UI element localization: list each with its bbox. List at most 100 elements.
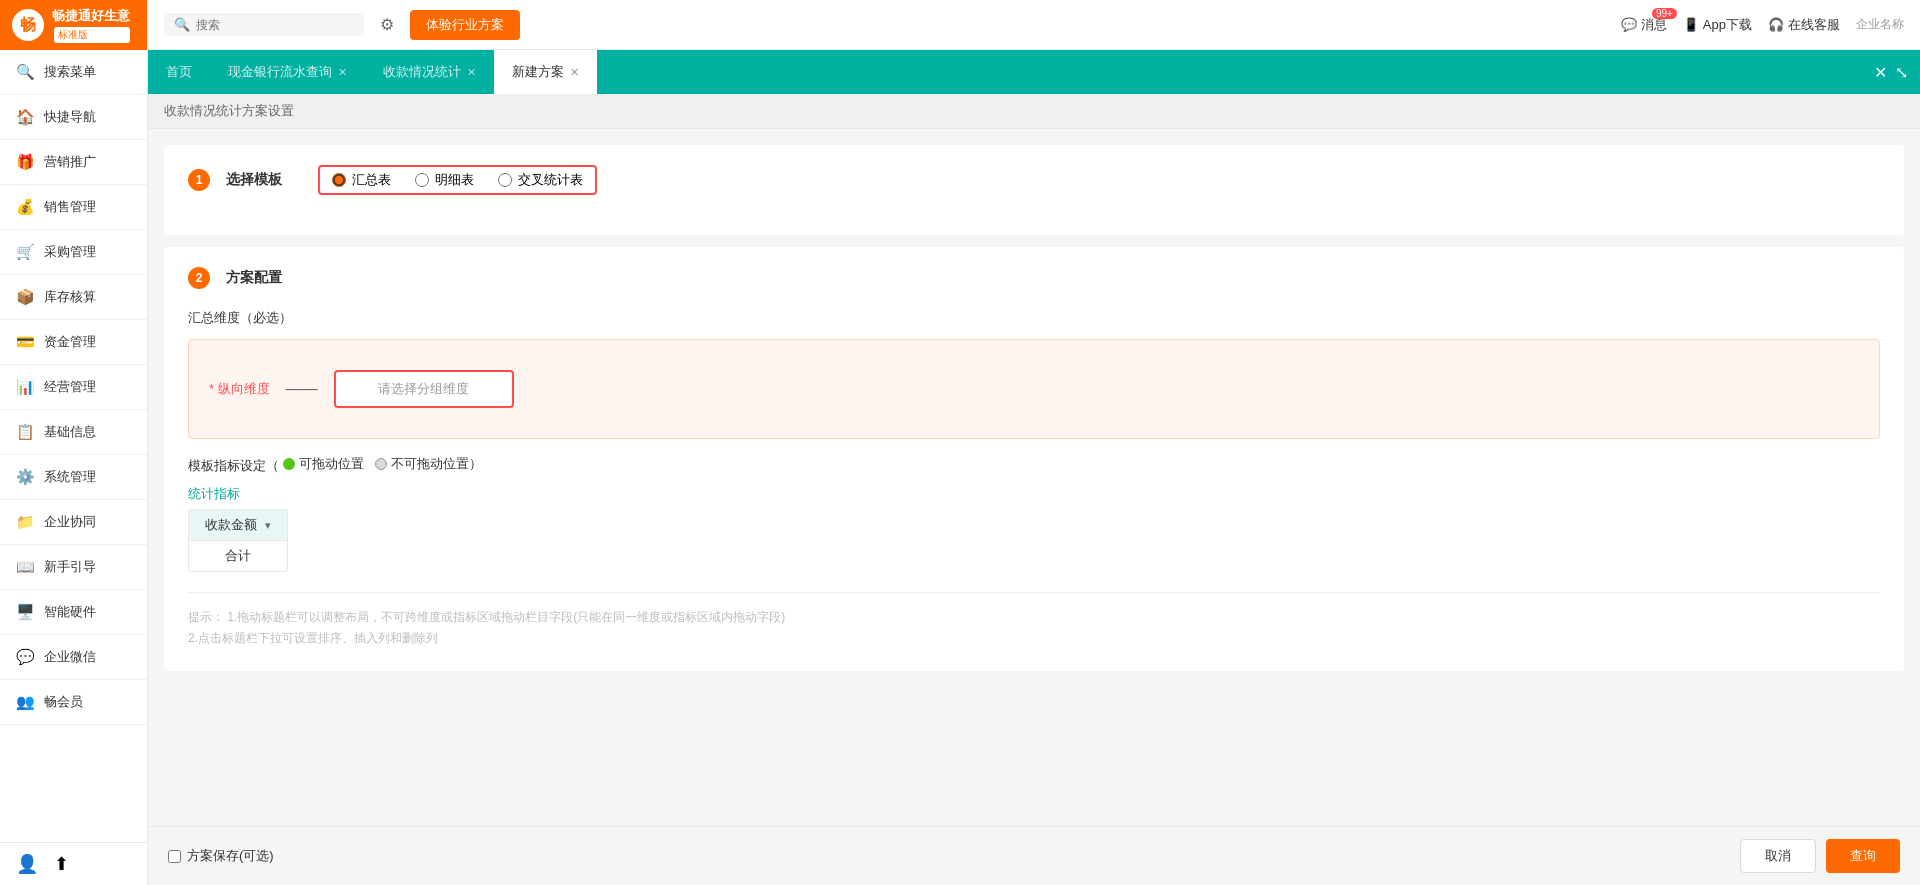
sidebar-item-label: 企业协同 [44, 513, 96, 531]
radio-summary-input[interactable] [332, 173, 346, 187]
card-icon: 💳 [16, 333, 34, 351]
tab-collection-close[interactable]: ✕ [467, 66, 476, 79]
notif-badge: 99+ [1652, 8, 1677, 19]
page-header: 收款情况统计方案设置 [148, 94, 1920, 129]
sidebar: 畅 畅捷通好生意 标准版 🔍 搜索菜单 🏠 快捷导航 🎁 营销推广 💰 销售管理… [0, 0, 148, 885]
tab-expand-btn[interactable]: ⤡ [1895, 63, 1908, 82]
tabbar: 首页 现金银行流水查询 ✕ 收款情况统计 ✕ 新建方案 ✕ ✕ ⤡ [148, 50, 1920, 94]
draggable-indicator: 可拖动位置 [283, 455, 364, 473]
sales-icon: 💰 [16, 198, 34, 216]
notification-btn[interactable]: 💬 消息 99+ [1621, 16, 1667, 34]
sidebar-item-sales[interactable]: 💰 销售管理 [0, 185, 147, 230]
sidebar-item-label: 库存核算 [44, 288, 96, 306]
tab-collection-stats[interactable]: 收款情况统计 ✕ [365, 50, 494, 94]
sidebar-item-label: 营销推广 [44, 153, 96, 171]
tab-collection-label: 收款情况统计 [383, 63, 461, 81]
sidebar-item-purchase[interactable]: 🛒 采购管理 [0, 230, 147, 275]
page-content: 1 选择模板 汇总表 明细表 [148, 129, 1920, 826]
tip2: 2.点击标题栏下拉可设置排序、插入列和删除列 [188, 630, 1880, 647]
radio-cross-input[interactable] [498, 173, 512, 187]
sidebar-item-search[interactable]: 🔍 搜索菜单 [0, 50, 147, 95]
topbar-right: 💬 消息 99+ 📱 App下载 🎧 在线客服 企业名称 [1621, 16, 1904, 34]
metrics-header-text: 收款金额 [205, 516, 257, 534]
metrics-header: 模板指标设定（ 可拖动位置 不可拖动位置） [188, 455, 1880, 475]
search-input[interactable] [196, 18, 346, 32]
sidebar-item-label: 企业微信 [44, 648, 96, 666]
stats-label: 统计指标 [188, 485, 1880, 503]
radio-summary-label: 汇总表 [352, 171, 391, 189]
save-checkbox-input[interactable] [168, 850, 181, 863]
logo-icon: 畅 [12, 9, 44, 41]
download-btn[interactable]: 📱 App下载 [1683, 16, 1752, 34]
tab-home[interactable]: 首页 [148, 50, 210, 94]
sidebar-item-marketing[interactable]: 🎁 营销推广 [0, 140, 147, 185]
tab-new-plan[interactable]: 新建方案 ✕ [494, 50, 597, 94]
sidebar-item-newbie[interactable]: 📖 新手引导 [0, 545, 147, 590]
sidebar-item-wechat[interactable]: 💬 企业微信 [0, 635, 147, 680]
metrics-title: 模板指标设定（ 可拖动位置 不可拖动位置） [188, 455, 482, 475]
sidebar-item-enterprise[interactable]: 📁 企业协同 [0, 500, 147, 545]
radio-detail[interactable]: 明细表 [415, 171, 474, 189]
breadcrumb: 收款情况统计方案设置 [164, 103, 294, 118]
metrics-table: 收款金额 ▾ 合计 [188, 509, 288, 572]
template-select-box: 汇总表 明细表 交叉统计表 [318, 165, 597, 195]
save-checkbox[interactable]: 方案保存(可选) [168, 847, 274, 865]
tab-new-plan-label: 新建方案 [512, 63, 564, 81]
sidebar-item-hardware[interactable]: 🖥️ 智能硬件 [0, 590, 147, 635]
dim-select-placeholder: 请选择分组维度 [378, 381, 469, 396]
tip1: 提示： 1.拖动标题栏可以调整布局，不可跨维度或指标区域拖动栏目字段(只能在同一… [188, 609, 1880, 626]
sidebar-logo: 畅 畅捷通好生意 标准版 [0, 0, 147, 50]
service-btn[interactable]: 🎧 在线客服 [1768, 16, 1840, 34]
radio-cross[interactable]: 交叉统计表 [498, 171, 583, 189]
logo-text: 畅捷通好生意 [52, 7, 130, 25]
sidebar-item-label: 经营管理 [44, 378, 96, 396]
sidebar-item-business[interactable]: 📊 经营管理 [0, 365, 147, 410]
sidebar-item-label: 采购管理 [44, 243, 96, 261]
search-box[interactable]: 🔍 [164, 13, 364, 36]
step1-num: 1 [188, 169, 210, 191]
page-body: 收款情况统计方案设置 1 选择模板 汇总表 [148, 94, 1920, 885]
vertical-dim-label: * 纵向维度 [209, 380, 270, 398]
sidebar-item-label: 系统管理 [44, 468, 96, 486]
gear-icon: ⚙️ [16, 468, 34, 486]
sidebar-bottom-icon1[interactable]: 👤 [16, 853, 38, 875]
sidebar-item-label: 快捷导航 [44, 108, 96, 126]
sidebar-item-finance[interactable]: 💳 资金管理 [0, 320, 147, 365]
dimension-title: 汇总维度（必选） [188, 309, 1880, 327]
tab-bank-flow[interactable]: 现金银行流水查询 ✕ [210, 50, 365, 94]
dim-select-box[interactable]: 请选择分组维度 [334, 370, 514, 408]
search-icon: 🔍 [16, 63, 34, 81]
sidebar-item-inventory[interactable]: 📦 库存核算 [0, 275, 147, 320]
search-icon: 🔍 [174, 17, 190, 32]
sidebar-item-system[interactable]: ⚙️ 系统管理 [0, 455, 147, 500]
tab-new-plan-close[interactable]: ✕ [570, 66, 579, 79]
query-button[interactable]: 查询 [1826, 839, 1900, 873]
download-label: App下载 [1703, 16, 1752, 34]
main-area: 🔍 ⚙ 体验行业方案 💬 消息 99+ 📱 App下载 🎧 在线客服 企业名称 [148, 0, 1920, 885]
sidebar-bottom-icon2[interactable]: ⬆ [54, 853, 69, 875]
step1-label: 选择模板 [226, 171, 282, 189]
sidebar-item-base[interactable]: 📋 基础信息 [0, 410, 147, 455]
cancel-button[interactable]: 取消 [1740, 839, 1816, 873]
radio-detail-input[interactable] [415, 173, 429, 187]
tab-bank-flow-close[interactable]: ✕ [338, 66, 347, 79]
topbar: 🔍 ⚙ 体验行业方案 💬 消息 99+ 📱 App下载 🎧 在线客服 企业名称 [148, 0, 1920, 50]
book-icon: 📖 [16, 558, 34, 576]
footer-actions: 取消 查询 [1740, 839, 1900, 873]
sidebar-item-quicknav[interactable]: 🏠 快捷导航 [0, 95, 147, 140]
radio-cross-label: 交叉统计表 [518, 171, 583, 189]
sidebar-item-label: 畅会员 [44, 693, 83, 711]
sidebar-item-label: 智能硬件 [44, 603, 96, 621]
sidebar-item-member[interactable]: 👥 畅会员 [0, 680, 147, 725]
tab-close-btn[interactable]: ✕ [1874, 63, 1887, 82]
industry-btn[interactable]: 体验行业方案 [410, 10, 520, 40]
drag-dot [283, 458, 295, 470]
download-icon: 📱 [1683, 17, 1699, 32]
step2-row: 2 方案配置 [188, 267, 1880, 289]
settings-icon[interactable]: ⚙ [380, 15, 394, 34]
radio-detail-label: 明细表 [435, 171, 474, 189]
radio-group: 汇总表 明细表 交叉统计表 [332, 171, 583, 189]
user-name: 企业名称 [1856, 16, 1904, 33]
metrics-table-head[interactable]: 收款金额 ▾ [189, 510, 287, 541]
radio-summary[interactable]: 汇总表 [332, 171, 391, 189]
